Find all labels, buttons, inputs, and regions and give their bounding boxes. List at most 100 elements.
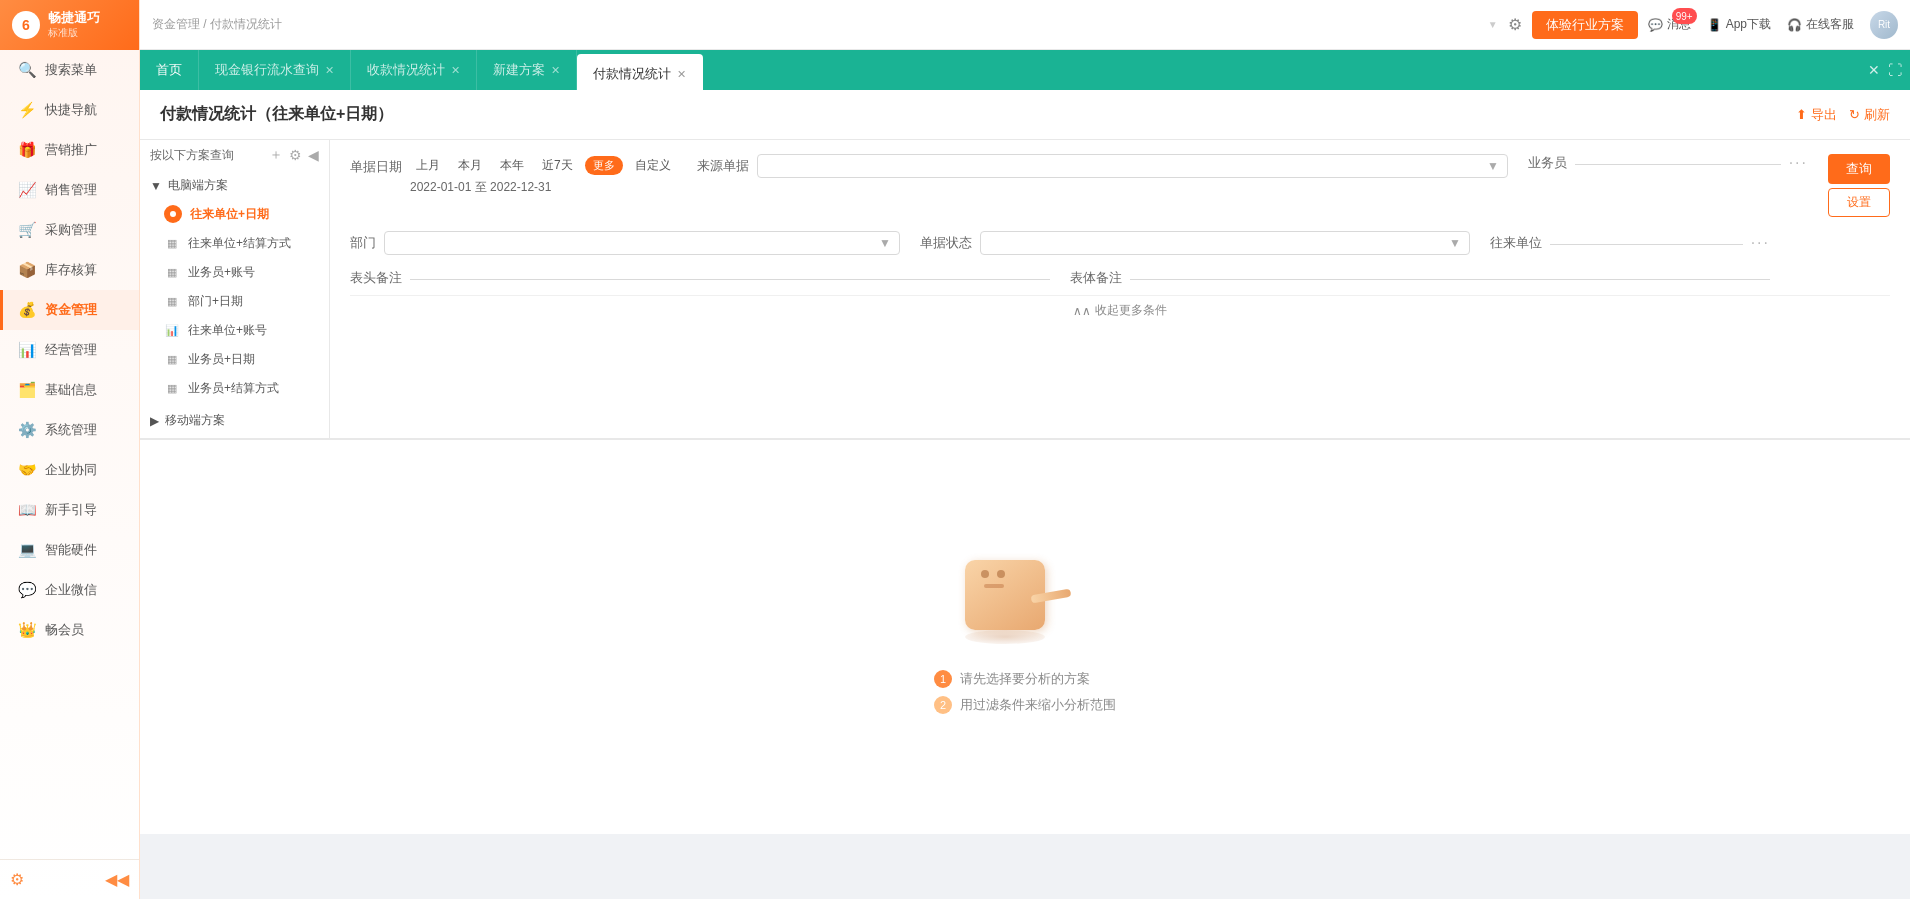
- date-btn-more[interactable]: 更多: [585, 156, 623, 175]
- sidebar-item-purchase[interactable]: 🛒 采购管理: [0, 210, 139, 250]
- date-btn-7days[interactable]: 近7天: [536, 154, 579, 177]
- page-title: 付款情况统计（往来单位+日期）: [160, 104, 393, 125]
- scheme-item-counterpart-settlement[interactable]: ▦ 往来单位+结算方式: [140, 229, 329, 258]
- page-actions: ⬆ 导出 ↻ 刷新: [1796, 106, 1890, 124]
- body-note-filter-label: 表体备注: [1070, 269, 1122, 287]
- date-btn-this-year[interactable]: 本年: [494, 154, 530, 177]
- scheme-item-salesperson-account[interactable]: ▦ 业务员+账号: [140, 258, 329, 287]
- management-icon: 📊: [17, 340, 37, 360]
- trial-button[interactable]: 体验行业方案: [1532, 11, 1638, 39]
- query-button[interactable]: 查询: [1828, 154, 1890, 184]
- filter-main: 单据日期 上月 本月 本年 近7天 更多 自定义 2022-01-01 至 20…: [330, 140, 1910, 438]
- robot-eye-left: [981, 570, 989, 578]
- counterpart-filter-label: 往来单位: [1490, 234, 1542, 252]
- sidebar-item-finance[interactable]: 💰 资金管理: [0, 290, 139, 330]
- member-icon: 👑: [17, 620, 37, 640]
- breadcrumb: 资金管理 / 付款情况统计: [152, 16, 1478, 33]
- close-all-tabs-btn[interactable]: ✕: [1868, 62, 1880, 78]
- scheme-group-mobile-expand-icon: ▶: [150, 414, 159, 428]
- dept-select[interactable]: ▼: [384, 231, 900, 255]
- scheme-panel-header: 按以下方案查询 ＋ ⚙ ◀: [140, 140, 329, 172]
- purchase-icon: 🛒: [17, 220, 37, 240]
- docstatus-select[interactable]: ▼: [980, 231, 1470, 255]
- scheme-group-mobile-header[interactable]: ▶ 移动端方案: [140, 407, 329, 434]
- sidebar-item-wechat[interactable]: 💬 企业微信: [0, 570, 139, 610]
- app-download-btn[interactable]: 📱 App下载: [1707, 16, 1771, 33]
- maximize-btn[interactable]: ⛶: [1888, 62, 1902, 78]
- scheme-add-btn[interactable]: ＋: [269, 146, 283, 164]
- sidebar-footer: ⚙ ◀◀: [0, 859, 139, 899]
- scheme-group-mobile: ▶ 移动端方案: [140, 407, 329, 434]
- tab-new-scheme[interactable]: 新建方案 ✕: [477, 50, 577, 90]
- sidebar-item-search[interactable]: 🔍 搜索菜单: [0, 50, 139, 90]
- sidebar-item-member[interactable]: 👑 畅会员: [0, 610, 139, 650]
- source-select[interactable]: ▼: [757, 154, 1508, 178]
- sidebar-collapse-btn[interactable]: ◀◀: [105, 870, 129, 889]
- user-avatar[interactable]: Rit: [1870, 11, 1898, 39]
- date-btn-this-month[interactable]: 本月: [452, 154, 488, 177]
- table-scheme-icon3: ▦: [164, 294, 180, 310]
- tabbar-end-actions: ✕ ⛶: [1860, 50, 1910, 90]
- robot-shadow: [965, 630, 1045, 644]
- tab-close-icon[interactable]: ✕: [677, 68, 686, 81]
- scheme-group-desktop-header[interactable]: ▼ 电脑端方案: [140, 172, 329, 199]
- tab-payment-stats[interactable]: 付款情况统计 ✕: [577, 54, 703, 90]
- sidebar-item-quicknav[interactable]: ⚡ 快捷导航: [0, 90, 139, 130]
- tab-home[interactable]: 首页: [140, 50, 199, 90]
- empty-state-illustration: [945, 520, 1105, 650]
- date-filter-label: 单据日期: [350, 154, 402, 176]
- salesperson-more-btn[interactable]: ···: [1789, 154, 1808, 172]
- step-num-2: 2: [934, 696, 952, 714]
- sidebar-item-management[interactable]: 📊 经营管理: [0, 330, 139, 370]
- active-scheme-icon: [164, 205, 182, 223]
- topbar-settings-icon[interactable]: ⚙: [1508, 15, 1522, 34]
- refresh-button[interactable]: ↻ 刷新: [1849, 106, 1890, 124]
- date-btn-last-month[interactable]: 上月: [410, 154, 446, 177]
- export-button[interactable]: ⬆ 导出: [1796, 106, 1837, 124]
- filter-settings-button[interactable]: 设置: [1828, 188, 1890, 217]
- sidebar-item-system[interactable]: ⚙️ 系统管理: [0, 410, 139, 450]
- main-area: 资金管理 / 付款情况统计 ▼ ⚙ 体验行业方案 💬 消息 99+ 📱 App下…: [140, 0, 1910, 899]
- online-service-btn[interactable]: 🎧 在线客服: [1787, 16, 1854, 33]
- empty-state-line-1: 1 请先选择要分析的方案: [934, 670, 1116, 688]
- sidebar-item-basic[interactable]: 🗂️ 基础信息: [0, 370, 139, 410]
- scheme-group-desktop: ▼ 电脑端方案 往来单位+日期 ▦ 往来单位+结算方式 ▦: [140, 172, 329, 403]
- body-note-input[interactable]: [1130, 277, 1770, 280]
- sidebar-item-sales[interactable]: 📈 销售管理: [0, 170, 139, 210]
- scheme-item-counterpart-account[interactable]: 📊 往来单位+账号: [140, 316, 329, 345]
- empty-state: 1 请先选择要分析的方案 2 用过滤条件来缩小分析范围: [140, 440, 1910, 834]
- date-filter-options: 上月 本月 本年 近7天 更多 自定义 2022-01-01 至 2022-12…: [410, 154, 677, 196]
- sidebar-item-cooperation[interactable]: 🤝 企业协同: [0, 450, 139, 490]
- date-btn-custom[interactable]: 自定义: [629, 154, 677, 177]
- logo-text: 畅捷通巧 标准版: [48, 10, 100, 40]
- export-icon: ⬆: [1796, 107, 1807, 122]
- collapse-conditions-btn[interactable]: ∧∧ 收起更多条件: [350, 295, 1890, 325]
- scheme-item-salesperson-date[interactable]: ▦ 业务员+日期: [140, 345, 329, 374]
- sidebar-item-marketing[interactable]: 🎁 营销推广: [0, 130, 139, 170]
- scheme-group-expand-icon: ▼: [150, 179, 162, 193]
- tab-close-icon[interactable]: ✕: [325, 64, 334, 77]
- table-scheme-icon4: ▦: [164, 352, 180, 368]
- scheme-item-salesperson-settlement[interactable]: ▦ 业务员+结算方式: [140, 374, 329, 403]
- service-icon: 🎧: [1787, 18, 1802, 32]
- scheme-settings-btn[interactable]: ⚙: [289, 147, 302, 163]
- tab-close-icon[interactable]: ✕: [451, 64, 460, 77]
- sidebar-settings-btn[interactable]: ⚙: [10, 870, 24, 889]
- sidebar-item-hardware[interactable]: 💻 智能硬件: [0, 530, 139, 570]
- tab-receipt-stats[interactable]: 收款情况统计 ✕: [351, 50, 477, 90]
- marketing-icon: 🎁: [17, 140, 37, 160]
- sidebar-item-guide[interactable]: 📖 新手引导: [0, 490, 139, 530]
- sidebar-item-inventory[interactable]: 📦 库存核算: [0, 250, 139, 290]
- scheme-item-counterpart-date[interactable]: 往来单位+日期: [140, 199, 329, 229]
- scheme-item-dept-date[interactable]: ▦ 部门+日期: [140, 287, 329, 316]
- svg-point-0: [170, 211, 176, 217]
- filter-scheme-area: 按以下方案查询 ＋ ⚙ ◀ ▼ 电脑端方案: [140, 140, 1910, 440]
- header-note-input[interactable]: [410, 277, 1050, 280]
- search-icon: 🔍: [17, 60, 37, 80]
- tab-close-icon[interactable]: ✕: [551, 64, 560, 77]
- tab-cash-flow[interactable]: 现金银行流水查询 ✕: [199, 50, 351, 90]
- messages-btn[interactable]: 💬 消息 99+: [1648, 16, 1691, 33]
- counterpart-more-btn[interactable]: ···: [1751, 234, 1770, 252]
- guide-icon: 📖: [17, 500, 37, 520]
- scheme-collapse-btn[interactable]: ◀: [308, 147, 319, 163]
